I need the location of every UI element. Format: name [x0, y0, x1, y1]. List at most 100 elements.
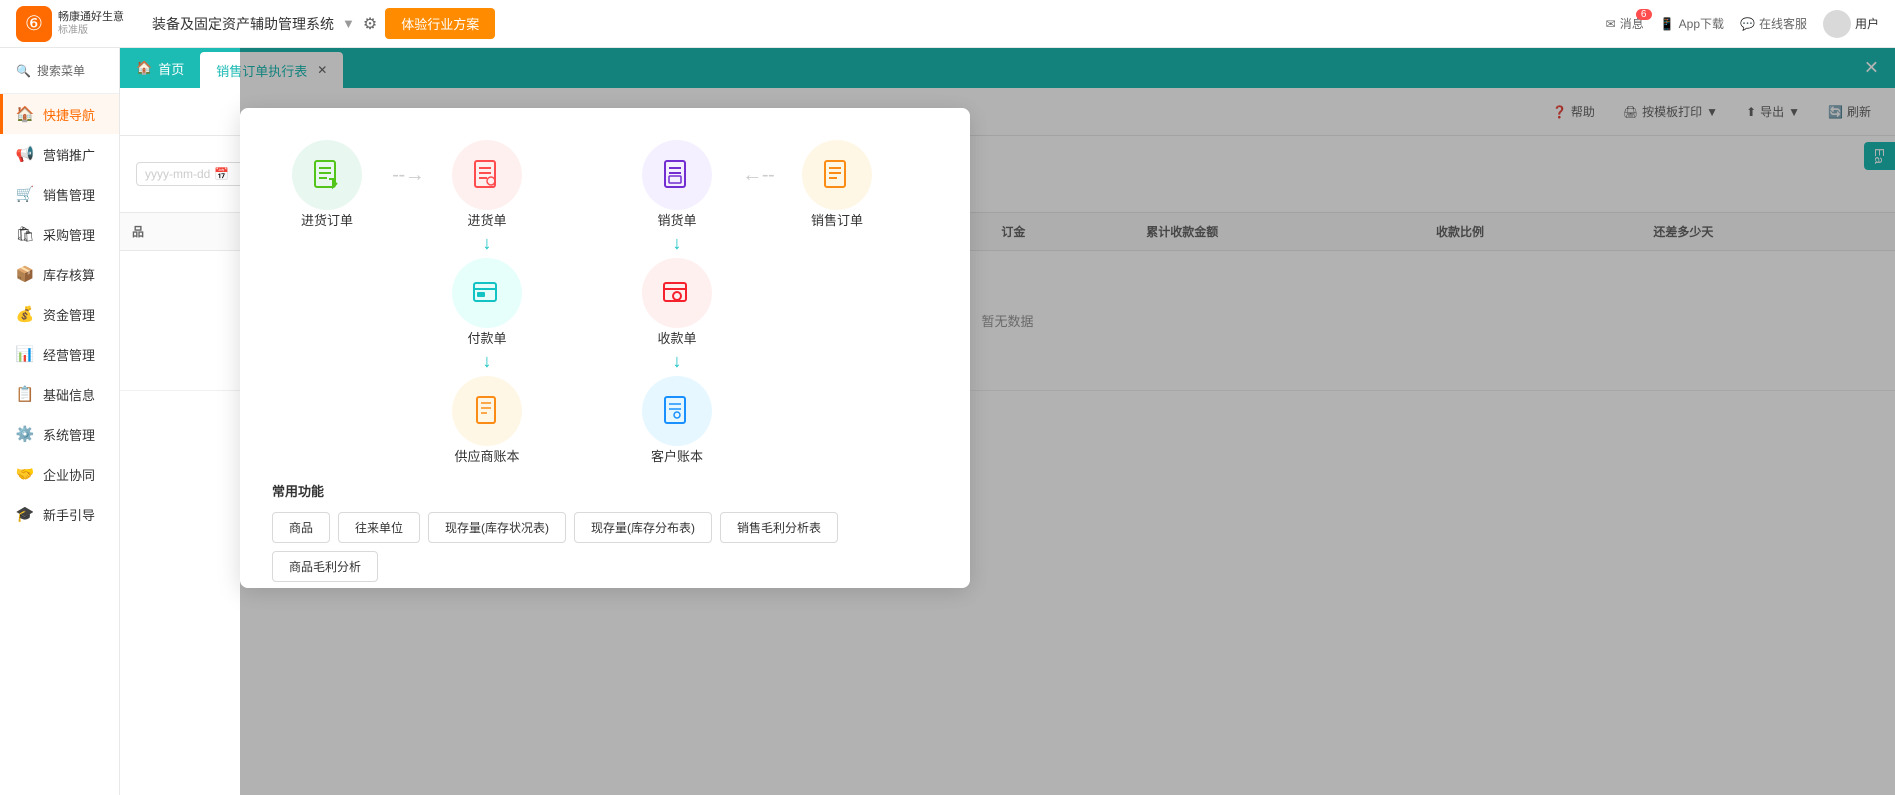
arrow-down-payment: ↓: [432, 351, 542, 372]
avatar: [1823, 10, 1851, 38]
app-download-icon: 📱: [1660, 17, 1675, 31]
sidebar: 🔍 搜索菜单 🏠 快捷导航 📢 营销推广 🛒 销售管理 🛍: [0, 48, 120, 795]
system-dropdown-icon[interactable]: ▼: [342, 16, 355, 31]
supplier-ledger-circle: [452, 376, 522, 446]
system-icon: ⚙️: [15, 424, 35, 444]
arrow-down-pb: ↓: [432, 233, 542, 254]
common-funcs-title: 常用功能: [272, 481, 938, 500]
message-btn[interactable]: ✉ 消息 6: [1606, 15, 1644, 32]
sidebar-item-guide[interactable]: 🎓 新手引导: [0, 494, 119, 534]
purchase-bill-circle: [452, 140, 522, 210]
sidebar-item-sales[interactable]: 🛒 销售管理: [0, 174, 119, 214]
purchase-icon: 🛍: [15, 224, 35, 244]
user-menu[interactable]: 用户: [1823, 10, 1879, 38]
sales-icon: 🛒: [15, 184, 35, 204]
flow-diagram: 进货订单 - - →: [272, 140, 938, 465]
common-funcs-row-1: 商品 往来单位 现存量(库存状况表) 现存量(库存分布表) 销售毛利分析表 商品…: [272, 512, 938, 582]
tab-home[interactable]: 🏠 首页: [120, 48, 200, 88]
service-icon: 💬: [1740, 17, 1755, 31]
sidebar-nav: 🏠 快捷导航 📢 营销推广 🛒 销售管理 🛍 采购管理 📦 库存核: [0, 94, 119, 534]
arrow-so-to-sb: ← - -: [732, 140, 782, 187]
app-download-btn[interactable]: 📱 App下载: [1660, 15, 1724, 32]
flow-row-3: 供应商账本 客户账本: [272, 376, 938, 465]
search-icon: 🔍: [16, 64, 31, 78]
receipt-bill-circle: [642, 258, 712, 328]
arrow-down-receipt: ↓: [622, 351, 732, 372]
purchase-bill-label: 进货单: [467, 210, 506, 229]
marketing-icon: 📢: [15, 144, 35, 164]
guide-icon: 🎓: [15, 504, 35, 524]
col-pin: 品: [120, 213, 229, 251]
purchase-bill-node[interactable]: 进货单: [432, 140, 542, 229]
sidebar-item-system[interactable]: ⚙️ 系统管理: [0, 414, 119, 454]
flow-row-2: 付款单 收款单: [272, 258, 938, 347]
sales-bill-node[interactable]: 销货单: [622, 140, 732, 229]
receipt-bill-node[interactable]: 收款单: [622, 258, 732, 347]
overlay-backdrop: 进货订单 - - →: [240, 48, 1895, 795]
customer-ledger-label: 客户账本: [651, 446, 703, 465]
common-functions-section: 常用功能 商品 往来单位 现存量(库存状况表) 现存量(库存分布表) 销售毛利分…: [272, 481, 938, 588]
sales-order-node[interactable]: 销售订单: [782, 140, 892, 229]
sidebar-item-finance[interactable]: 💰 资金管理: [0, 294, 119, 334]
search-menu-btn[interactable]: 🔍 搜索菜单: [8, 56, 111, 85]
cooperation-icon: 🤝: [15, 464, 35, 484]
supplier-ledger-label: 供应商账本: [454, 446, 519, 465]
flow-row-arrows: ↓ ↓: [272, 233, 938, 254]
basic-info-icon: 📋: [15, 384, 35, 404]
payment-bill-node[interactable]: 付款单: [432, 258, 542, 347]
receipt-bill-label: 收款单: [657, 328, 696, 347]
sidebar-item-basic-info[interactable]: 📋 基础信息: [0, 374, 119, 414]
func-btn-product-profit[interactable]: 商品毛利分析: [272, 551, 378, 582]
sidebar-item-operations[interactable]: 📊 经营管理: [0, 334, 119, 374]
sidebar-item-cooperation[interactable]: 🤝 企业协同: [0, 454, 119, 494]
customer-ledger-node[interactable]: 客户账本: [622, 376, 732, 465]
message-icon: ✉: [1606, 17, 1616, 31]
inventory-icon: 📦: [15, 264, 35, 284]
calendar-icon: 📅: [214, 167, 229, 181]
payment-bill-label: 付款单: [467, 328, 506, 347]
message-badge: 6: [1636, 9, 1652, 20]
settings-icon[interactable]: ⚙: [363, 14, 377, 34]
arrow-po-to-pb: - - →: [382, 140, 432, 187]
top-bar-middle: 装备及固定资产辅助管理系统 ▼ ⚙ 体验行业方案: [136, 8, 1606, 39]
sidebar-item-marketing[interactable]: 📢 营销推广: [0, 134, 119, 174]
online-service-btn[interactable]: 💬 在线客服: [1740, 15, 1807, 32]
func-btn-product[interactable]: 商品: [272, 512, 330, 543]
supplier-ledger-node[interactable]: 供应商账本: [432, 376, 542, 465]
sales-bill-circle: [642, 140, 712, 210]
arrow-down-sb: ↓: [622, 233, 732, 254]
func-btn-stock-status[interactable]: 现存量(库存状况表): [428, 512, 566, 543]
purchase-order-node[interactable]: 进货订单: [272, 140, 382, 229]
user-name: 用户: [1855, 15, 1879, 32]
finance-icon: 💰: [15, 304, 35, 324]
app-wrapper: ⑥ 畅康通好生意 标准版 装备及固定资产辅助管理系统 ▼ ⚙ 体验行业方案 ✉ …: [0, 0, 1895, 795]
sidebar-item-purchase[interactable]: 🛍 采购管理: [0, 214, 119, 254]
payment-bill-circle: [452, 258, 522, 328]
flow-row-1: 进货订单 - - →: [272, 140, 938, 229]
home-tab-icon: 🏠: [136, 60, 152, 76]
system-title: 装备及固定资产辅助管理系统: [152, 14, 334, 34]
trial-button[interactable]: 体验行业方案: [385, 8, 495, 39]
sidebar-item-quick-nav[interactable]: 🏠 快捷导航: [0, 94, 119, 134]
customer-ledger-circle: [642, 376, 712, 446]
sales-bill-label: 销货单: [657, 210, 696, 229]
purchase-order-label: 进货订单: [301, 210, 353, 229]
sidebar-search-area: 🔍 搜索菜单: [0, 48, 119, 94]
logo-text: 畅康通好生意 标准版: [58, 10, 124, 37]
home-icon: 🏠: [15, 104, 35, 124]
func-btn-stock-dist[interactable]: 现存量(库存分布表): [574, 512, 712, 543]
logo-area: ⑥ 畅康通好生意 标准版: [16, 6, 136, 42]
func-btn-sales-profit[interactable]: 销售毛利分析表: [720, 512, 838, 543]
sales-order-circle: [802, 140, 872, 210]
top-bar: ⑥ 畅康通好生意 标准版 装备及固定资产辅助管理系统 ▼ ⚙ 体验行业方案 ✉ …: [0, 0, 1895, 48]
main-area: 🔍 搜索菜单 🏠 快捷导航 📢 营销推广 🛒 销售管理 🛍: [0, 48, 1895, 795]
sidebar-item-inventory[interactable]: 📦 库存核算: [0, 254, 119, 294]
purchase-order-circle: [292, 140, 362, 210]
operations-icon: 📊: [15, 344, 35, 364]
top-bar-right: ✉ 消息 6 📱 App下载 💬 在线客服 用户: [1606, 10, 1879, 38]
func-btn-counterparty[interactable]: 往来单位: [338, 512, 420, 543]
content-area: 🏠 首页 销售订单执行表 ✕ ✕ ❓ 帮助 🖨 按模板打印 ▼: [120, 48, 1895, 795]
logo-icon: ⑥: [16, 6, 52, 42]
quick-guide-panel: 进货订单 - - →: [240, 108, 970, 588]
flow-row-arrows2: ↓ ↓: [272, 351, 938, 372]
